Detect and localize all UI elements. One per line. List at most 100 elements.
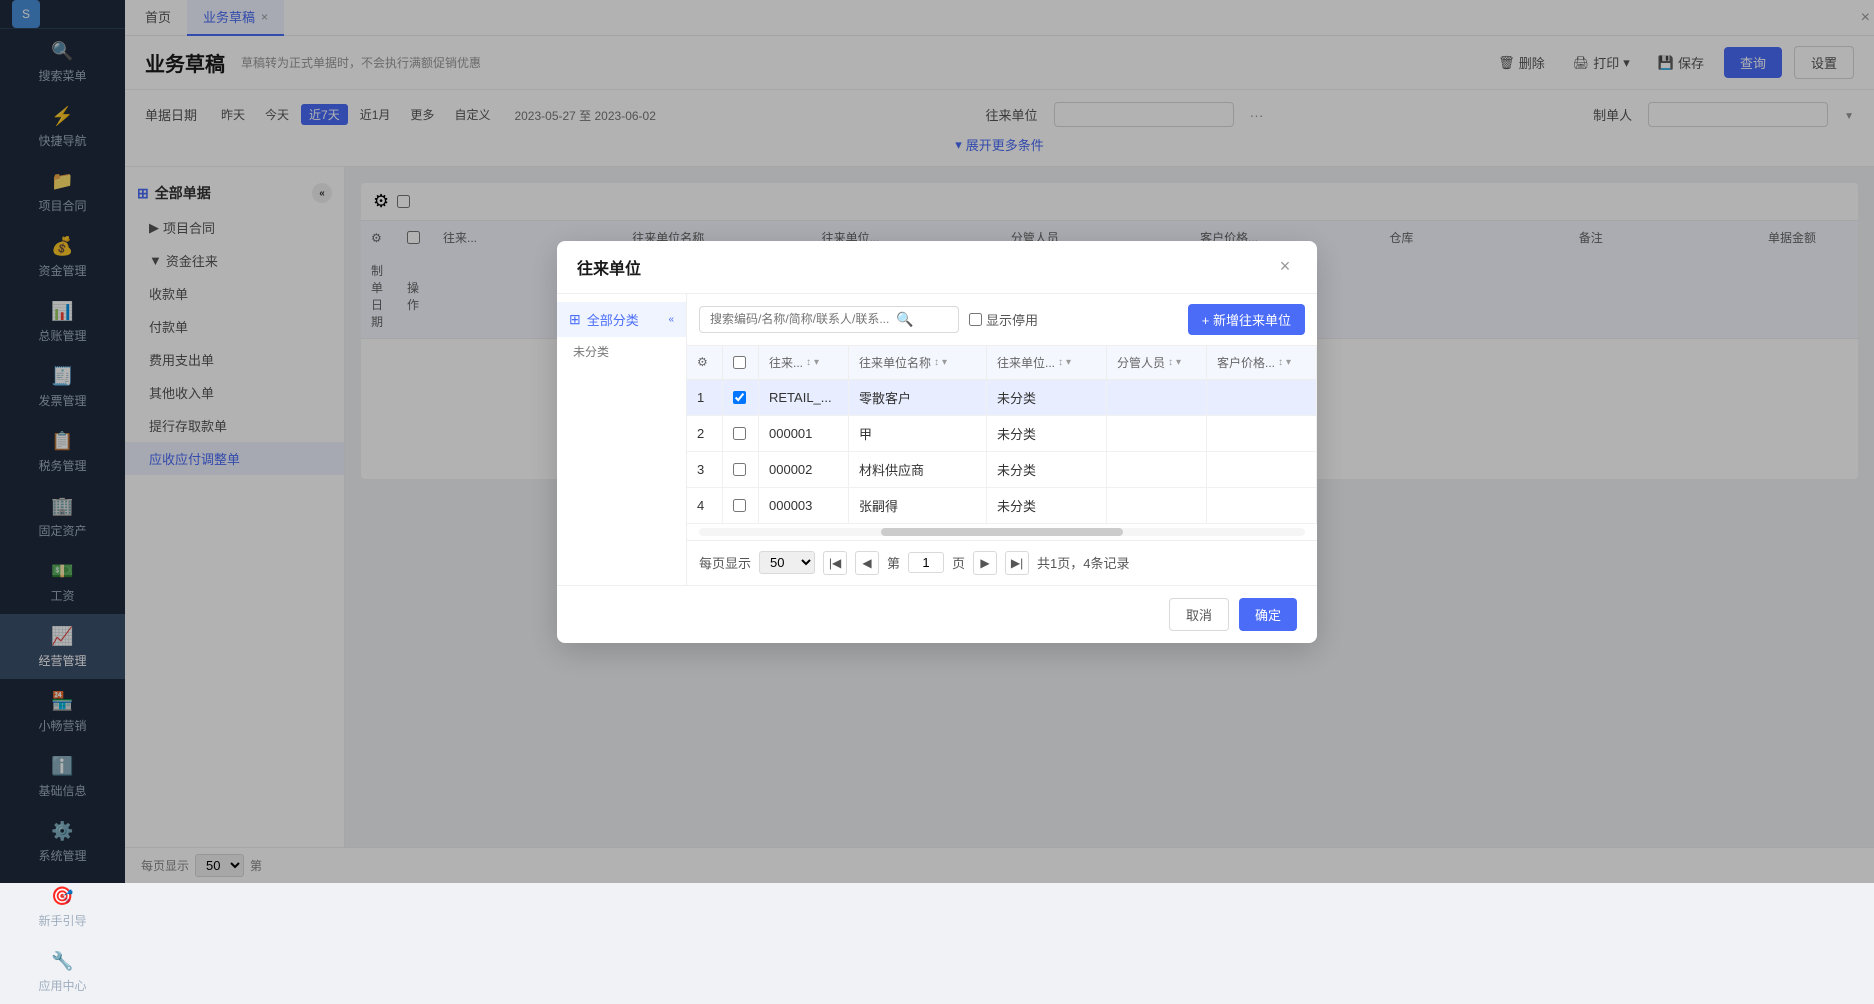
row3-name: 材料供应商 bbox=[849, 452, 987, 487]
cancel-button[interactable]: 取消 bbox=[1169, 598, 1229, 631]
row2-checkbox[interactable] bbox=[723, 416, 759, 451]
row3-code: 000002 bbox=[759, 452, 849, 487]
page-number-input[interactable] bbox=[908, 552, 944, 573]
modal-th-code-filter-icon: ▾ bbox=[814, 357, 819, 368]
row4-name: 张嗣得 bbox=[849, 488, 987, 523]
table-row[interactable]: 4 000003 张嗣得 未分类 bbox=[687, 488, 1317, 524]
modal-th-name-sort-icon: ↕ bbox=[934, 357, 939, 368]
total-label: 共1页，4条记录 bbox=[1037, 553, 1129, 572]
row3-index: 3 bbox=[687, 452, 723, 487]
row1-category: 未分类 bbox=[987, 380, 1107, 415]
prev-page-button[interactable]: ◀ bbox=[855, 551, 879, 575]
first-page-button[interactable]: |◀ bbox=[823, 551, 847, 575]
table-row[interactable]: 3 000002 材料供应商 未分类 bbox=[687, 452, 1317, 488]
show-disabled-text: 显示停用 bbox=[986, 310, 1038, 329]
modal-th-name-label: 往来单位名称 bbox=[859, 354, 931, 371]
modal-th-category-sort-icon: ↕ bbox=[1058, 357, 1063, 368]
row2-checkbox-input[interactable] bbox=[733, 427, 746, 440]
guide-icon: 🎯 bbox=[51, 884, 75, 908]
modal-sidebar-collapse-icon[interactable]: « bbox=[668, 314, 674, 325]
row2-price bbox=[1207, 416, 1317, 451]
modal-th-price-sort-icon: ↕ bbox=[1278, 357, 1283, 368]
modal-body: ⊞ 全部分类 « 未分类 🔍 显示停用 bbox=[557, 294, 1317, 585]
modal-th-price-filter-icon: ▾ bbox=[1286, 357, 1291, 368]
row4-category: 未分类 bbox=[987, 488, 1107, 523]
modal-title: 往来单位 bbox=[577, 255, 641, 279]
row2-code: 000001 bbox=[759, 416, 849, 451]
modal-th-checkbox bbox=[723, 346, 759, 379]
modal-th-category-filter-icon: ▾ bbox=[1066, 357, 1071, 368]
show-disabled-label[interactable]: 显示停用 bbox=[969, 310, 1038, 329]
per-page-select[interactable]: 50 10 20 100 bbox=[759, 551, 815, 574]
sidebar-item-new-guide[interactable]: 🎯 新手引导 bbox=[0, 874, 125, 939]
row3-category: 未分类 bbox=[987, 452, 1107, 487]
modal-th-name-filter-icon: ▾ bbox=[942, 357, 947, 368]
modal-th-price-label: 客户价格... bbox=[1217, 354, 1275, 371]
modal-th-category-label: 往来单位... bbox=[997, 354, 1055, 371]
show-disabled-checkbox[interactable] bbox=[969, 313, 982, 326]
row1-name: 零散客户 bbox=[849, 380, 987, 415]
row2-name: 甲 bbox=[849, 416, 987, 451]
row1-checkbox-input[interactable] bbox=[733, 391, 746, 404]
row2-category: 未分类 bbox=[987, 416, 1107, 451]
partner-search-input[interactable] bbox=[710, 312, 890, 326]
last-page-button[interactable]: ▶| bbox=[1005, 551, 1029, 575]
modal-th-manager: 分管人员 ↕ ▾ bbox=[1107, 346, 1207, 379]
modal-th-category: 往来单位... ↕ ▾ bbox=[987, 346, 1107, 379]
modal-th-manager-sort-icon: ↕ bbox=[1168, 357, 1173, 368]
row3-checkbox-input[interactable] bbox=[733, 463, 746, 476]
search-input-wrap: 🔍 bbox=[699, 306, 959, 333]
sidebar-item-label: 新手引导 bbox=[38, 912, 86, 929]
row4-index: 4 bbox=[687, 488, 723, 523]
per-page-label: 每页显示 bbox=[699, 553, 751, 572]
row1-index: 1 bbox=[687, 380, 723, 415]
row4-code: 000003 bbox=[759, 488, 849, 523]
row4-price bbox=[1207, 488, 1317, 523]
modal-sidebar-uncategorized[interactable]: 未分类 bbox=[557, 337, 686, 366]
modal-table-header: ⚙ 往来... ↕ ▾ 往来单位名称 ↕ ▾ bbox=[687, 346, 1317, 380]
modal-close-button[interactable]: × bbox=[1273, 255, 1297, 279]
modal-th-code-label: 往来... bbox=[769, 354, 803, 371]
row3-price bbox=[1207, 452, 1317, 487]
sidebar-item-app-center[interactable]: 🔧 应用中心 bbox=[0, 939, 125, 1004]
modal-th-code-sort-icon: ↕ bbox=[806, 357, 811, 368]
new-partner-button[interactable]: + 新增往来单位 bbox=[1188, 304, 1305, 335]
row4-checkbox[interactable] bbox=[723, 488, 759, 523]
modal-th-name: 往来单位名称 ↕ ▾ bbox=[849, 346, 987, 379]
modal-th-code: 往来... ↕ ▾ bbox=[759, 346, 849, 379]
modal-th-manager-label: 分管人员 bbox=[1117, 354, 1165, 371]
row1-code: RETAIL_... bbox=[759, 380, 849, 415]
app-center-icon: 🔧 bbox=[51, 949, 75, 973]
modal-overlay: 往来单位 × ⊞ 全部分类 « 未分类 bbox=[0, 0, 1874, 883]
modal-header: 往来单位 × bbox=[557, 241, 1317, 294]
row1-price bbox=[1207, 380, 1317, 415]
search-icon-2: 🔍 bbox=[896, 311, 913, 328]
row3-checkbox[interactable] bbox=[723, 452, 759, 487]
modal-sidebar: ⊞ 全部分类 « 未分类 bbox=[557, 294, 687, 585]
table-row[interactable]: 2 000001 甲 未分类 bbox=[687, 416, 1317, 452]
row1-manager bbox=[1107, 380, 1207, 415]
row4-manager bbox=[1107, 488, 1207, 523]
modal-th-settings: ⚙ bbox=[687, 346, 723, 379]
page-prefix-label: 第 bbox=[887, 553, 900, 572]
modal-sidebar-all-label: 全部分类 bbox=[587, 310, 639, 329]
confirm-button[interactable]: 确定 bbox=[1239, 598, 1297, 631]
next-page-button[interactable]: ▶ bbox=[973, 551, 997, 575]
modal-th-manager-filter-icon: ▾ bbox=[1176, 357, 1181, 368]
row4-checkbox-input[interactable] bbox=[733, 499, 746, 512]
modal-footer: 取消 确定 bbox=[557, 585, 1317, 643]
modal-pagination: 每页显示 50 10 20 100 |◀ ◀ 第 页 ▶ ▶| 共1页，4条记录 bbox=[687, 540, 1317, 585]
modal-table: ⚙ 往来... ↕ ▾ 往来单位名称 ↕ ▾ bbox=[687, 346, 1317, 524]
row1-checkbox[interactable] bbox=[723, 380, 759, 415]
horizontal-scrollbar[interactable] bbox=[699, 528, 1305, 536]
table-row[interactable]: 1 RETAIL_... 零散客户 未分类 bbox=[687, 380, 1317, 416]
page-suffix-label: 页 bbox=[952, 553, 965, 572]
modal-th-settings-icon: ⚙ bbox=[697, 355, 708, 369]
modal-sidebar-all[interactable]: ⊞ 全部分类 « bbox=[557, 302, 686, 337]
sidebar-item-label: 应用中心 bbox=[38, 977, 86, 994]
modal-toolbar: 🔍 显示停用 + 新增往来单位 bbox=[687, 294, 1317, 346]
row3-manager bbox=[1107, 452, 1207, 487]
modal-th-checkbox-input[interactable] bbox=[733, 356, 746, 369]
scroll-thumb[interactable] bbox=[881, 528, 1123, 536]
row2-manager bbox=[1107, 416, 1207, 451]
